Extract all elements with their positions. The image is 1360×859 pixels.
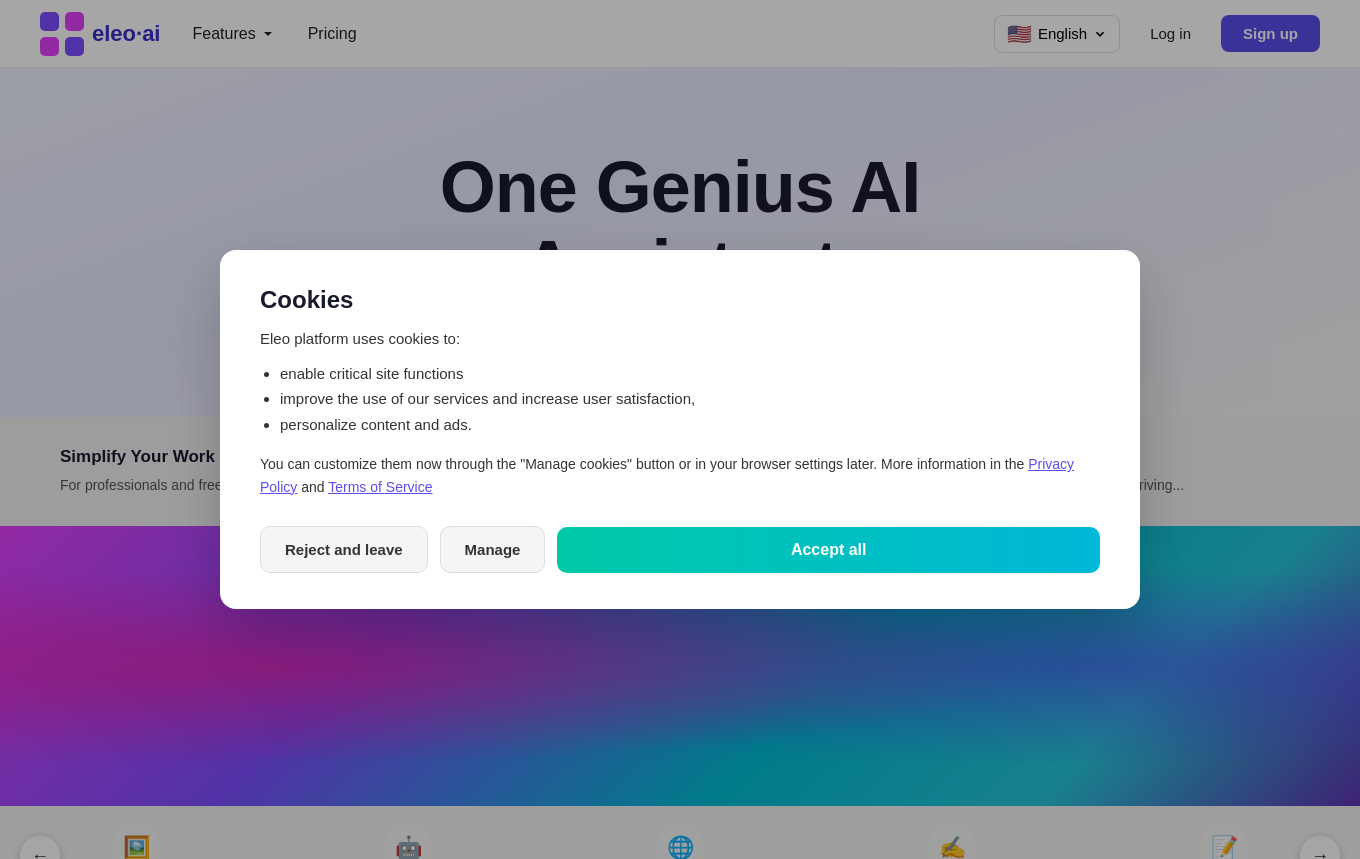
cookie-title: Cookies bbox=[260, 286, 1100, 314]
cookie-intro: Eleo platform uses cookies to: bbox=[260, 330, 1100, 347]
tos-link[interactable]: Terms of Service bbox=[328, 479, 432, 495]
cookie-list: enable critical site functions improve t… bbox=[260, 361, 1100, 438]
cookie-overlay: Cookies Eleo platform uses cookies to: e… bbox=[0, 0, 1360, 859]
reject-button[interactable]: Reject and leave bbox=[260, 526, 428, 573]
accept-button[interactable]: Accept all bbox=[557, 527, 1100, 573]
cookie-dialog: Cookies Eleo platform uses cookies to: e… bbox=[220, 250, 1140, 609]
cookie-list-item-0: enable critical site functions bbox=[280, 361, 1100, 387]
cookie-list-item-2: personalize content and ads. bbox=[280, 412, 1100, 438]
cookie-buttons: Reject and leave Manage Accept all bbox=[260, 526, 1100, 573]
manage-button[interactable]: Manage bbox=[440, 526, 546, 573]
cookie-list-item-1: improve the use of our services and incr… bbox=[280, 386, 1100, 412]
cookie-note: You can customize them now through the "… bbox=[260, 453, 1100, 498]
